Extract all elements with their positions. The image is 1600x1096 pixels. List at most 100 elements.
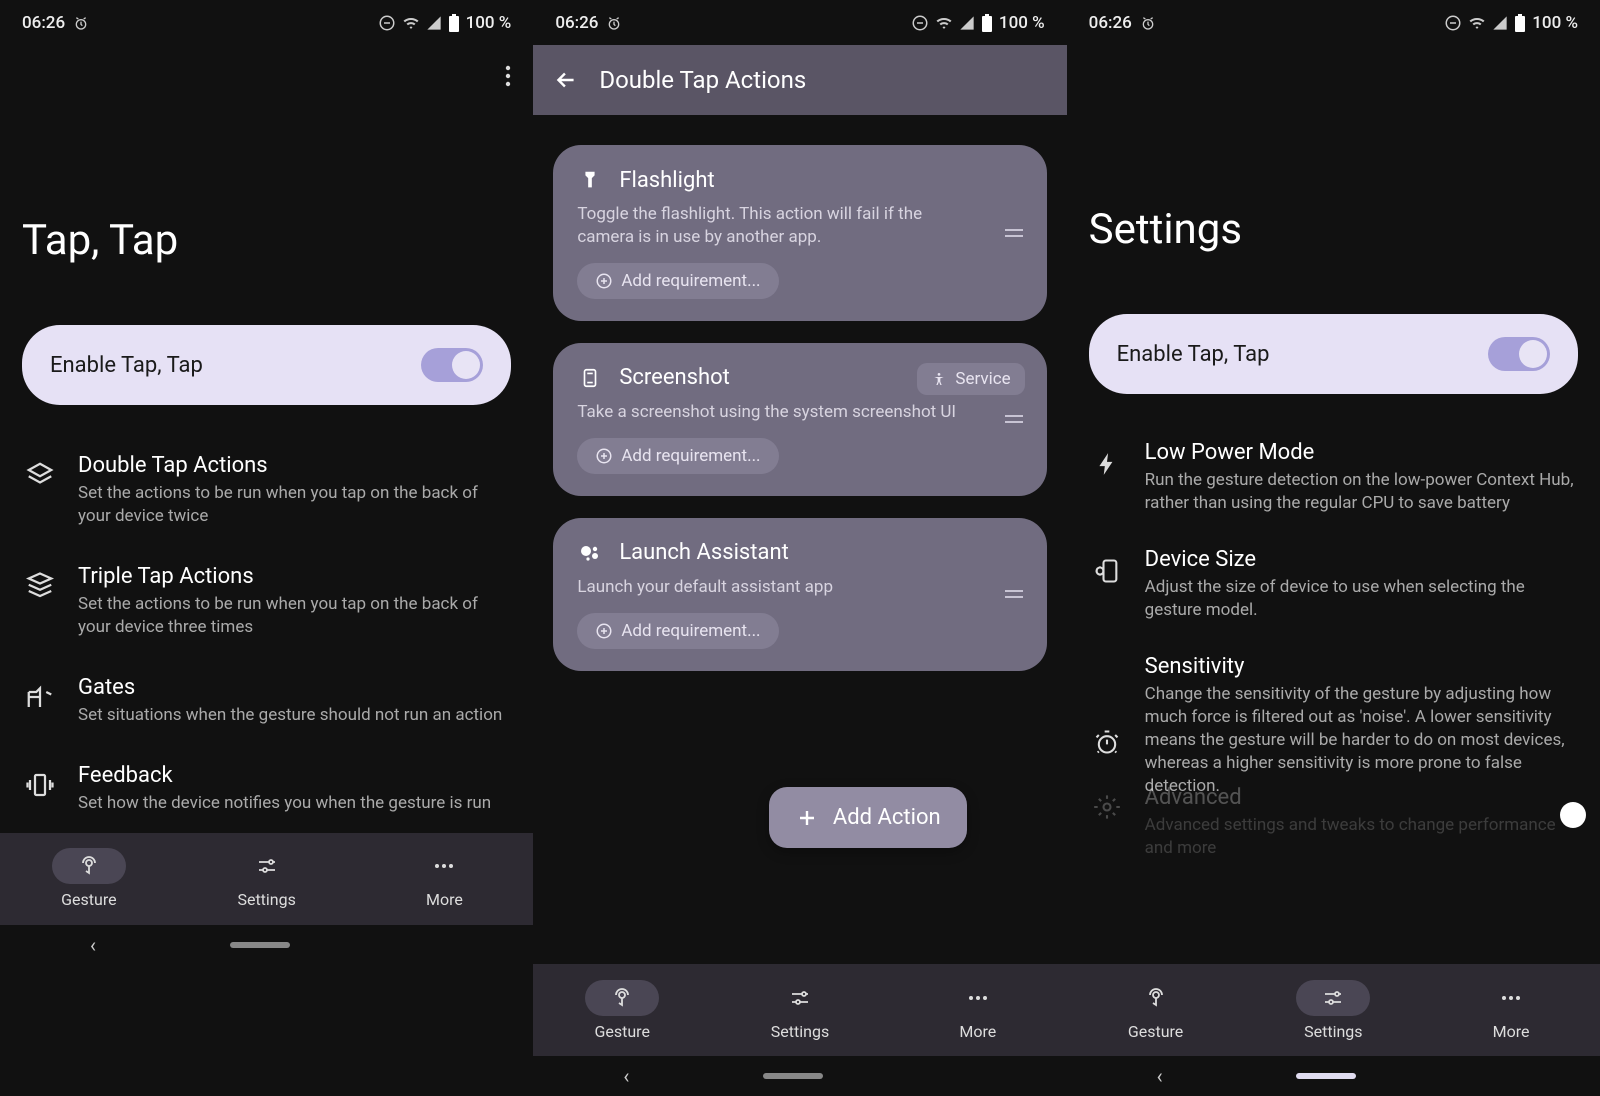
app-bar: Double Tap Actions xyxy=(533,45,1066,115)
toggle-switch[interactable] xyxy=(421,348,483,382)
menu-title: Low Power Mode xyxy=(1145,440,1578,465)
action-card-assistant[interactable]: Launch Assistant Launch your default ass… xyxy=(553,518,1046,671)
fab-label: Add Action xyxy=(833,805,941,830)
tap-icon xyxy=(610,986,634,1010)
enable-toggle-card[interactable]: Enable Tap, Tap xyxy=(1089,314,1578,394)
menu-title: Feedback xyxy=(78,763,511,788)
action-desc: Toggle the flashlight. This action will … xyxy=(577,203,1022,249)
nav-more[interactable]: More xyxy=(889,980,1067,1041)
wifi-icon xyxy=(935,14,953,32)
enable-label: Enable Tap, Tap xyxy=(1117,342,1270,367)
toggle-switch[interactable] xyxy=(1488,337,1550,371)
page-title: Settings xyxy=(1067,45,1600,314)
overflow-menu-icon[interactable] xyxy=(505,65,511,87)
add-requirement-chip[interactable]: Add requirement... xyxy=(577,438,778,474)
more-icon xyxy=(1499,986,1523,1010)
nav-label: Gesture xyxy=(594,1022,649,1041)
nav-label: More xyxy=(426,890,463,909)
drag-handle-icon[interactable] xyxy=(1003,587,1025,601)
slider-thumb[interactable] xyxy=(1560,802,1586,828)
service-chip[interactable]: Service xyxy=(917,363,1024,395)
alarm-icon xyxy=(1140,15,1156,31)
menu-desc: Run the gesture detection on the low-pow… xyxy=(1145,469,1578,515)
nav-label: Settings xyxy=(771,1022,829,1041)
action-desc: Launch your default assistant app xyxy=(577,576,1022,599)
system-back-icon[interactable]: ‹ xyxy=(1157,1064,1163,1088)
battery-icon xyxy=(1514,14,1526,32)
stopwatch-icon xyxy=(1089,724,1125,760)
system-nav-bar: ‹ xyxy=(1067,1056,1600,1096)
system-back-icon[interactable]: ‹ xyxy=(623,1064,629,1088)
back-arrow-icon[interactable] xyxy=(553,67,579,93)
status-time: 06:26 xyxy=(555,13,598,33)
menu-triple-tap[interactable]: Triple Tap Actions Set the actions to be… xyxy=(22,546,511,657)
bottom-nav: Gesture Settings More xyxy=(0,833,533,925)
system-home-pill[interactable] xyxy=(1296,1073,1356,1079)
bolt-icon xyxy=(1089,446,1125,482)
nav-gesture[interactable]: Gesture xyxy=(533,980,711,1041)
status-battery: 100 % xyxy=(1532,13,1578,33)
nav-settings[interactable]: Settings xyxy=(178,848,356,909)
dnd-icon xyxy=(1444,14,1462,32)
alarm-icon xyxy=(73,15,89,31)
add-requirement-chip[interactable]: Add requirement... xyxy=(577,613,778,649)
accessibility-icon xyxy=(931,371,947,387)
drag-handle-icon[interactable] xyxy=(1003,226,1025,240)
system-nav-bar: ‹ xyxy=(533,1056,1066,1096)
menu-title: Device Size xyxy=(1145,547,1578,572)
nav-label: Gesture xyxy=(61,890,116,909)
nav-label: Gesture xyxy=(1128,1022,1183,1041)
gear-icon xyxy=(1089,789,1125,825)
panel-double-tap-actions: 06:26 100 % Double Tap Actions Flashligh… xyxy=(533,0,1066,1096)
add-requirement-chip[interactable]: Add requirement... xyxy=(577,263,778,299)
menu-title: Triple Tap Actions xyxy=(78,564,511,589)
menu-device-size[interactable]: Device Size Adjust the size of device to… xyxy=(1089,531,1578,638)
menu-feedback[interactable]: Feedback Set how the device notifies you… xyxy=(22,745,511,833)
status-bar: 06:26 100 % xyxy=(533,0,1066,45)
nav-gesture[interactable]: Gesture xyxy=(0,848,178,909)
nav-label: Settings xyxy=(237,890,295,909)
signal-icon xyxy=(1492,15,1508,31)
status-time: 06:26 xyxy=(1089,13,1132,33)
plus-circle-icon xyxy=(595,447,613,465)
nav-more[interactable]: More xyxy=(1422,980,1600,1041)
nav-settings[interactable]: Settings xyxy=(711,980,889,1041)
system-home-pill[interactable] xyxy=(763,1073,823,1079)
chip-label: Add requirement... xyxy=(621,621,760,641)
battery-icon xyxy=(448,14,460,32)
action-card-screenshot[interactable]: Screenshot Service Take a screenshot usi… xyxy=(553,343,1046,496)
enable-label: Enable Tap, Tap xyxy=(50,353,203,378)
panel-gesture: 06:26 100 % Tap, Tap Enable Tap, Tap Do xyxy=(0,0,533,1096)
signal-icon xyxy=(959,15,975,31)
menu-desc: Advanced settings and tweaks to change p… xyxy=(1145,814,1578,860)
menu-advanced[interactable]: Advanced Advanced settings and tweaks to… xyxy=(1089,769,1578,876)
flashlight-icon xyxy=(577,167,603,193)
enable-toggle-card[interactable]: Enable Tap, Tap xyxy=(22,325,511,405)
sliders-icon xyxy=(788,986,812,1010)
menu-double-tap[interactable]: Double Tap Actions Set the actions to be… xyxy=(22,435,511,546)
menu-gates[interactable]: Gates Set situations when the gesture sh… xyxy=(22,657,511,745)
menu-low-power[interactable]: Low Power Mode Run the gesture detection… xyxy=(1089,424,1578,531)
nav-settings[interactable]: Settings xyxy=(1244,980,1422,1041)
alarm-icon xyxy=(606,15,622,31)
menu-title: Gates xyxy=(78,675,511,700)
chip-label: Service xyxy=(955,369,1010,389)
system-back-icon[interactable]: ‹ xyxy=(90,933,96,957)
chip-label: Add requirement... xyxy=(621,271,760,291)
status-time: 06:26 xyxy=(22,13,65,33)
nav-label: More xyxy=(1493,1022,1530,1041)
status-bar: 06:26 100 % xyxy=(1067,0,1600,45)
menu-title: Advanced xyxy=(1145,785,1578,810)
nav-gesture[interactable]: Gesture xyxy=(1067,980,1245,1041)
action-card-flashlight[interactable]: Flashlight Toggle the flashlight. This a… xyxy=(553,145,1046,321)
system-home-pill[interactable] xyxy=(230,942,290,948)
status-battery: 100 % xyxy=(999,13,1045,33)
drag-handle-icon[interactable] xyxy=(1003,412,1025,426)
menu-title: Sensitivity xyxy=(1145,654,1578,679)
nav-more[interactable]: More xyxy=(356,848,534,909)
nav-label: Settings xyxy=(1304,1022,1362,1041)
plus-circle-icon xyxy=(595,272,613,290)
tap-icon xyxy=(1144,986,1168,1010)
assistant-icon xyxy=(577,540,603,566)
add-action-fab[interactable]: Add Action xyxy=(769,787,967,848)
